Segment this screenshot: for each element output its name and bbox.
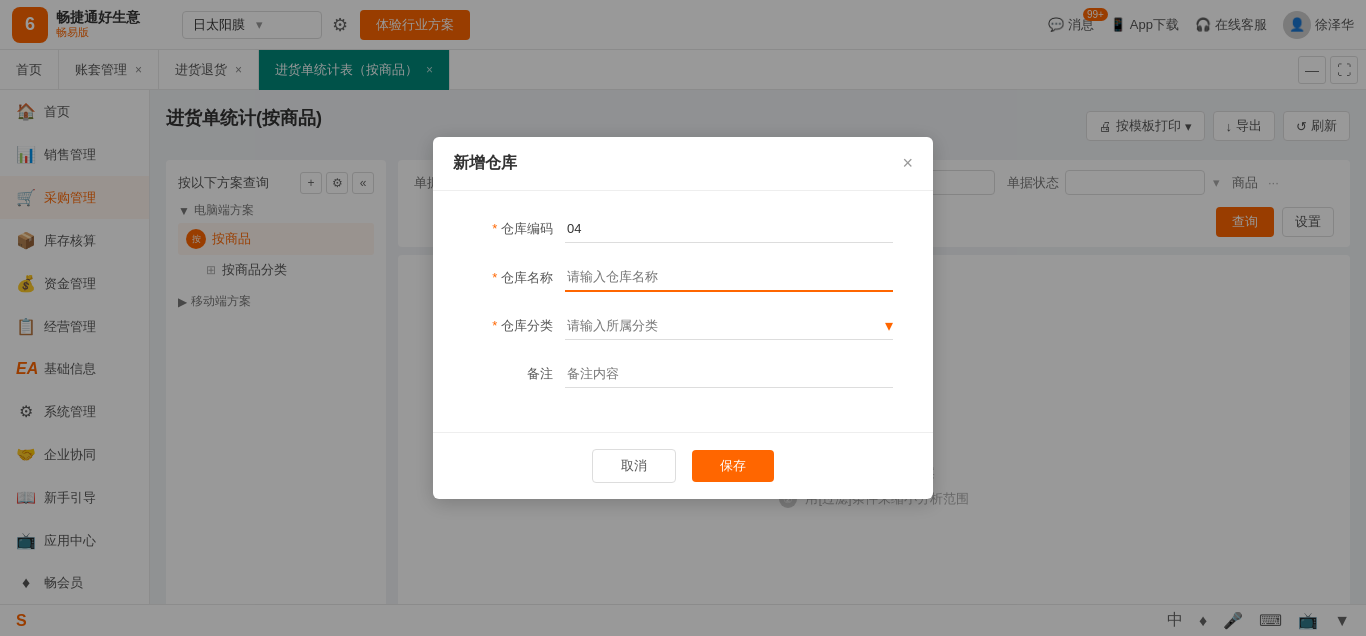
note-label: 备注 [473,365,553,383]
dialog-header: 新增仓库 × [433,137,933,191]
dialog-close-button[interactable]: × [902,153,913,174]
note-input[interactable] [565,360,893,388]
form-row-name: 仓库名称 [473,263,893,292]
dialog-footer: 取消 保存 [433,432,933,499]
warehouse-name-input[interactable] [565,263,893,292]
form-row-category: 仓库分类 ▾ [473,312,893,340]
new-warehouse-dialog: 新增仓库 × 仓库编码 仓库名称 仓库分类 ▾ [433,137,933,499]
cancel-button[interactable]: 取消 [592,449,676,483]
category-label: 仓库分类 [473,317,553,335]
category-input[interactable] [565,312,885,339]
warehouse-code-input[interactable] [565,215,893,243]
dialog-overlay[interactable]: 新增仓库 × 仓库编码 仓库名称 仓库分类 ▾ [0,0,1366,636]
dialog-body: 仓库编码 仓库名称 仓库分类 ▾ 备注 [433,191,933,432]
form-row-note: 备注 [473,360,893,388]
name-label: 仓库名称 [473,269,553,287]
form-row-code: 仓库编码 [473,215,893,243]
dialog-title: 新增仓库 [453,153,517,174]
category-select[interactable]: ▾ [565,312,893,340]
save-button[interactable]: 保存 [692,450,774,482]
chevron-down-icon: ▾ [885,316,893,335]
code-label: 仓库编码 [473,220,553,238]
